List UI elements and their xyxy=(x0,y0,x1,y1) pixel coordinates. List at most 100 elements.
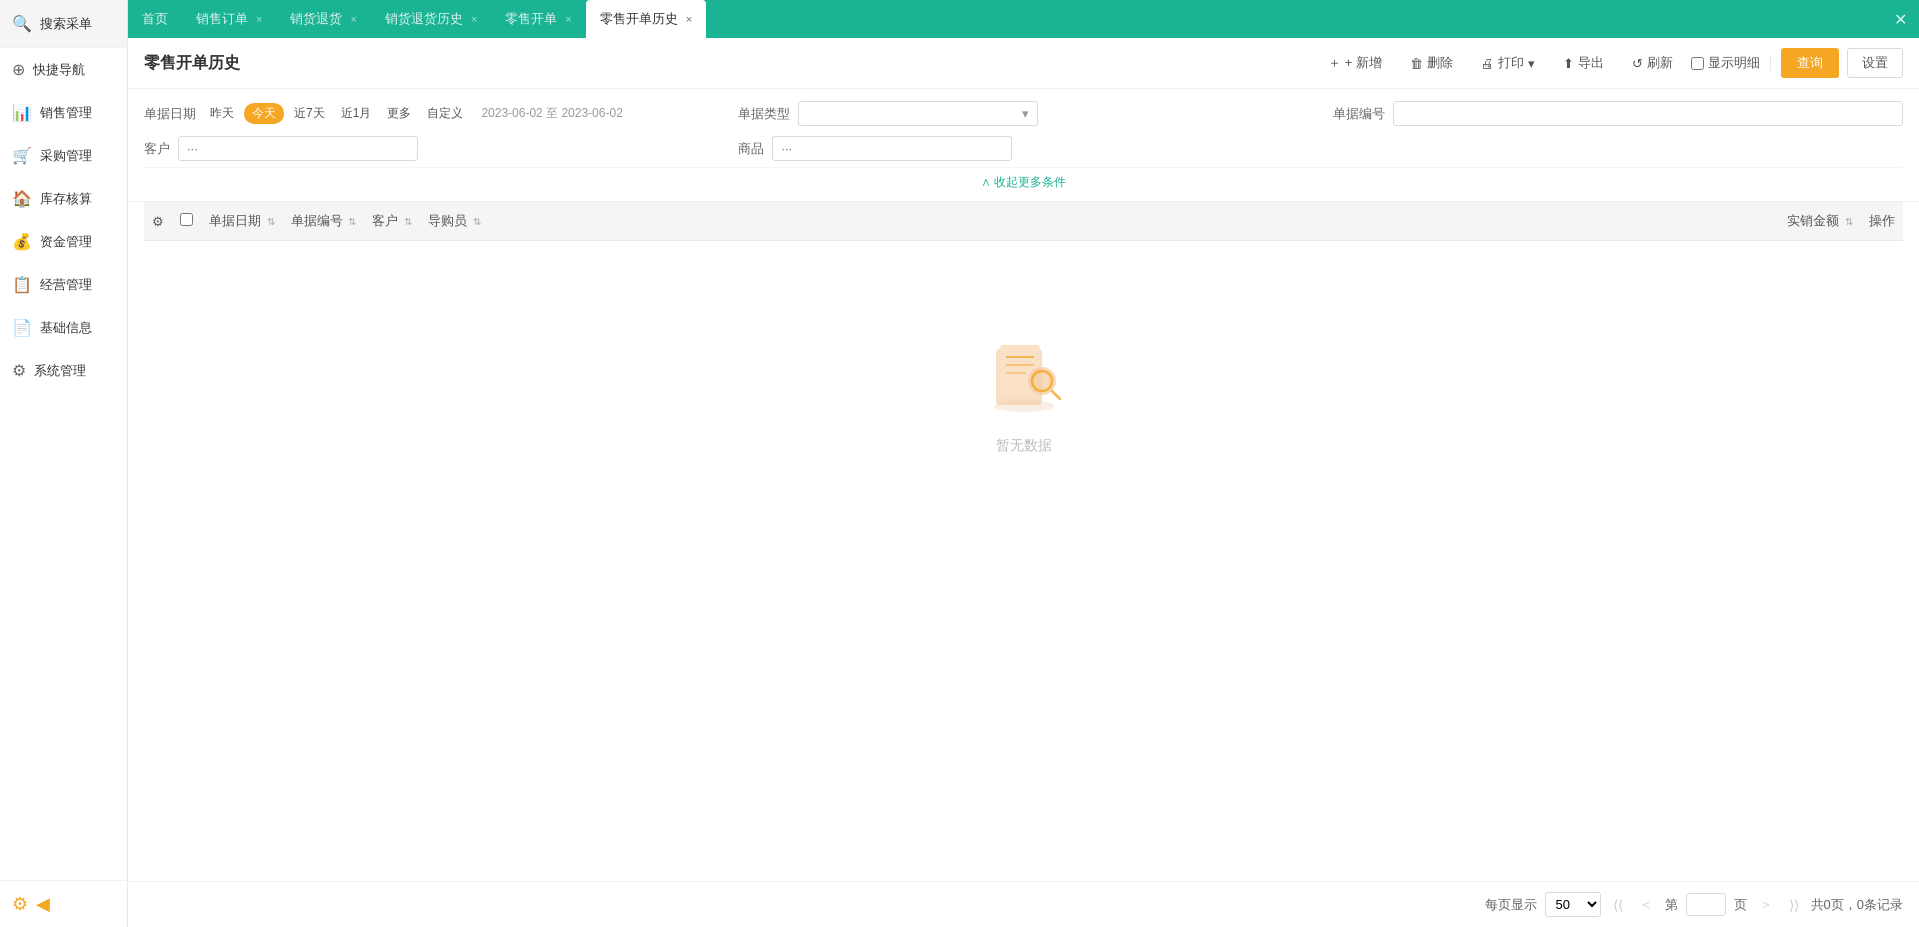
sidebar-item-sales-mgmt[interactable]: 📊 销售管理 xyxy=(0,91,127,134)
number-input-wrap xyxy=(1393,101,1903,126)
refresh-label: 刷新 xyxy=(1647,54,1673,72)
customer-input-wrap xyxy=(178,136,418,161)
page-first-btn[interactable]: ⟨⟨ xyxy=(1609,895,1627,915)
th-date: 单据日期 ⇅ xyxy=(201,202,283,241)
per-page-select[interactable]: 10 20 50 100 xyxy=(1545,892,1601,917)
export-icon: ⬆ xyxy=(1563,56,1574,71)
sidebar-item-label: 库存核算 xyxy=(40,190,92,208)
page-prefix-label: 第 xyxy=(1665,896,1678,914)
goods-input[interactable] xyxy=(781,141,1003,156)
sidebar-item-label: 销售管理 xyxy=(40,104,92,122)
date-yesterday-btn[interactable]: 昨天 xyxy=(204,103,240,124)
toolbar-actions: ＋ + 新增 🗑 删除 🖨 打印 ▾ ⬆ 导出 ↺ xyxy=(1318,48,1903,78)
refresh-button[interactable]: ↺ 刷新 xyxy=(1622,49,1683,77)
tab-sales-order-label: 销售订单 xyxy=(196,10,248,28)
date-sort-icon[interactable]: ⇅ xyxy=(267,216,275,227)
sidebar-item-label: 快捷导航 xyxy=(33,61,85,79)
settings-button[interactable]: 设置 xyxy=(1847,48,1903,78)
sidebar-item-operation[interactable]: 📋 经营管理 xyxy=(0,263,127,306)
tab-sales-order[interactable]: 销售订单 × xyxy=(182,0,276,38)
type-filter-label: 单据类型 xyxy=(738,105,790,123)
page-last-btn[interactable]: ⟩⟩ xyxy=(1785,895,1803,915)
window-close-button[interactable]: ✕ xyxy=(1894,10,1907,29)
sidebar-item-label: 采购管理 xyxy=(40,147,92,165)
tab-sales-return-close[interactable]: × xyxy=(350,13,356,25)
tab-retail-open-label: 零售开单 xyxy=(505,10,557,28)
print-button[interactable]: 🖨 打印 ▾ xyxy=(1471,49,1545,77)
quick-nav-icon: ⊕ xyxy=(12,60,25,79)
number-sort-icon[interactable]: ⇅ xyxy=(348,216,356,227)
print-icon: 🖨 xyxy=(1481,56,1494,71)
number-filter-label: 单据编号 xyxy=(1333,105,1385,123)
sidebar-item-sys-mgmt[interactable]: ⚙ 系统管理 xyxy=(0,349,127,392)
filter-row-1: 单据日期 昨天 今天 近7天 近1月 更多 自定义 2023-06-02 至 2… xyxy=(144,101,1903,126)
tab-sales-order-close[interactable]: × xyxy=(256,13,262,25)
type-select[interactable]: ▾ xyxy=(798,101,1038,126)
tab-retail-open-history[interactable]: 零售开单历史 × xyxy=(586,0,706,38)
tab-sales-return-history[interactable]: 销货退货历史 × xyxy=(371,0,491,38)
sidebar-item-quick-nav[interactable]: ⊕ 快捷导航 xyxy=(0,48,127,91)
empty-illustration xyxy=(974,321,1074,421)
sidebar-item-finance[interactable]: 💰 资金管理 xyxy=(0,220,127,263)
delete-icon: 🗑 xyxy=(1410,56,1423,71)
filter-collapse-btn[interactable]: ∧ 收起更多条件 xyxy=(144,167,1903,197)
date-today-btn[interactable]: 今天 xyxy=(244,103,284,124)
tab-retail-open-history-close[interactable]: × xyxy=(686,13,692,25)
settings-gear-icon[interactable]: ⚙ xyxy=(152,214,164,229)
customer-sort-icon[interactable]: ⇅ xyxy=(404,216,412,227)
print-dropdown-icon: ▾ xyxy=(1528,56,1535,71)
tab-sales-return-history-close[interactable]: × xyxy=(471,13,477,25)
th-check[interactable] xyxy=(172,202,201,241)
sidebar-settings-button[interactable]: ⚙ xyxy=(12,893,28,915)
display-detail-label: 显示明细 xyxy=(1708,54,1760,72)
page-next-btn[interactable]: ＞ xyxy=(1755,894,1777,916)
sidebar-item-purchase-mgmt[interactable]: 🛒 采购管理 xyxy=(0,134,127,177)
date-more-btn[interactable]: 更多 xyxy=(381,103,417,124)
add-button[interactable]: ＋ + 新增 xyxy=(1318,49,1392,77)
th-action: 操作 xyxy=(1861,202,1903,241)
customer-input[interactable] xyxy=(187,141,409,156)
guide-sort-icon[interactable]: ⇅ xyxy=(473,216,481,227)
sidebar-search-label: 搜索采单 xyxy=(40,15,92,33)
sidebar-item-label: 系统管理 xyxy=(34,362,86,380)
tab-retail-open-history-label: 零售开单历史 xyxy=(600,10,678,28)
sidebar-item-inventory[interactable]: 🏠 库存核算 xyxy=(0,177,127,220)
per-page-label: 每页显示 xyxy=(1485,896,1537,914)
filter-area: 单据日期 昨天 今天 近7天 近1月 更多 自定义 2023-06-02 至 2… xyxy=(128,89,1919,202)
display-detail-checkbox[interactable] xyxy=(1691,57,1704,70)
sidebar-item-basic-info[interactable]: 📄 基础信息 xyxy=(0,306,127,349)
sidebar-item-label: 基础信息 xyxy=(40,319,92,337)
sys-mgmt-icon: ⚙ xyxy=(12,361,26,380)
th-setting[interactable]: ⚙ xyxy=(144,202,172,241)
filter-row-2: 客户 商品 xyxy=(144,136,1903,161)
th-number: 单据编号 ⇅ xyxy=(283,202,365,241)
export-button[interactable]: ⬆ 导出 xyxy=(1553,49,1614,77)
select-all-checkbox[interactable] xyxy=(180,213,193,226)
date-custom-btn[interactable]: 自定义 xyxy=(421,103,469,124)
tab-home[interactable]: 首页 xyxy=(128,0,182,38)
date-7days-btn[interactable]: 近7天 xyxy=(288,103,331,124)
tab-bar: 首页 销售订单 × 销货退货 × 销货退货历史 × 零售开单 × 零售开单历史 … xyxy=(128,0,1919,38)
page-number-input[interactable]: 1 xyxy=(1686,893,1726,916)
tab-sales-return[interactable]: 销货退货 × xyxy=(276,0,370,38)
table-wrap: ⚙ 单据日期 ⇅ 单据编号 ⇅ xyxy=(128,202,1919,881)
date-1month-btn[interactable]: 近1月 xyxy=(335,103,378,124)
pagination: 每页显示 10 20 50 100 ⟨⟨ ＜ 第 1 页 ＞ ⟩⟩ 共0页，0条… xyxy=(128,881,1919,927)
tab-retail-open[interactable]: 零售开单 × xyxy=(491,0,585,38)
tab-home-label: 首页 xyxy=(142,10,168,28)
query-button[interactable]: 查询 xyxy=(1781,48,1839,78)
number-input[interactable] xyxy=(1402,106,1894,121)
page-prev-btn[interactable]: ＜ xyxy=(1635,894,1657,916)
add-icon: ＋ xyxy=(1328,54,1341,72)
sidebar-search[interactable]: 🔍 搜索采单 xyxy=(0,0,127,48)
sidebar-collapse-button[interactable]: ◀ xyxy=(36,893,50,915)
delete-button[interactable]: 🗑 删除 xyxy=(1400,49,1463,77)
amount-sort-icon[interactable]: ⇅ xyxy=(1845,216,1853,227)
data-table: ⚙ 单据日期 ⇅ 单据编号 ⇅ xyxy=(144,202,1903,535)
content-area: 零售开单历史 ＋ + 新增 🗑 删除 🖨 打印 ▾ ⬆ 导出 xyxy=(128,38,1919,927)
type-select-arrow: ▾ xyxy=(1022,106,1029,121)
tab-retail-open-close[interactable]: × xyxy=(565,13,571,25)
main-area: 首页 销售订单 × 销货退货 × 销货退货历史 × 零售开单 × 零售开单历史 … xyxy=(128,0,1919,927)
date-range-text: 2023-06-02 至 2023-06-02 xyxy=(481,105,622,122)
empty-state: 暂无数据 xyxy=(144,241,1903,535)
